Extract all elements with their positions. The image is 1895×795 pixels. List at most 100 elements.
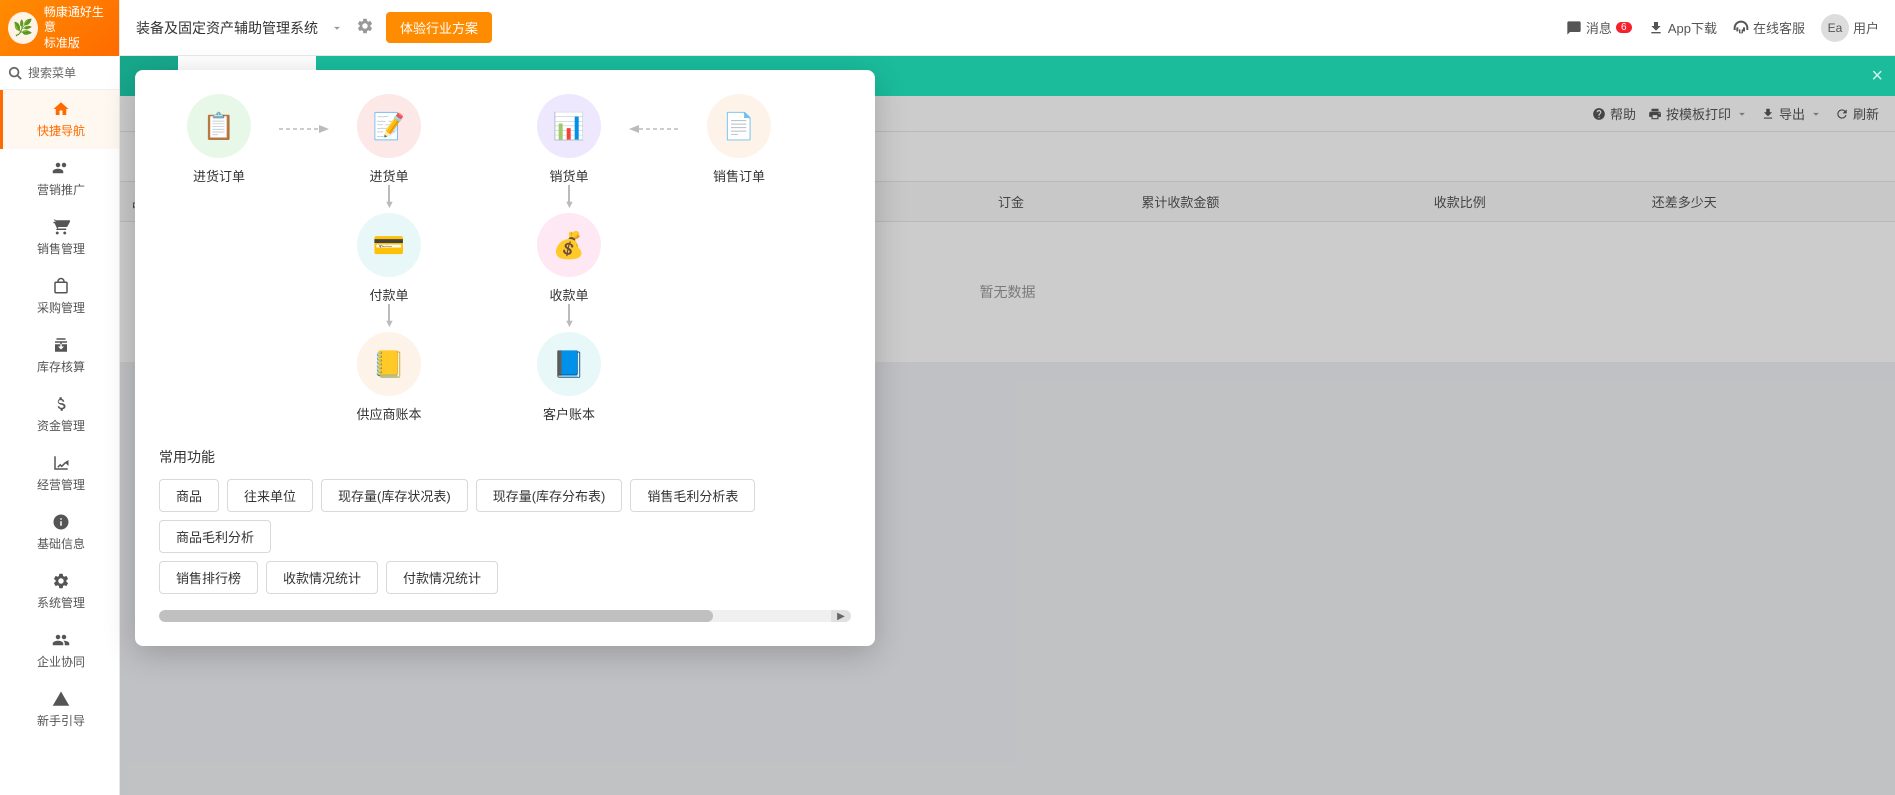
sidebar-item-sales[interactable]: 销售管理: [0, 208, 119, 267]
func-btn-receipt-stat[interactable]: 收款情况统计: [266, 561, 378, 594]
sidebar-item-label: 系统管理: [37, 594, 85, 611]
search-label: 搜索菜单: [28, 64, 76, 81]
sidebar-item-label: 新手引导: [37, 712, 85, 729]
purchase-order-label: 进货订单: [193, 166, 245, 185]
header-right: 消息 6 App下载 在线客服 Ea 用户: [1566, 14, 1879, 42]
user-menu[interactable]: Ea 用户: [1821, 14, 1879, 42]
sales-bill-icon: 📊: [537, 94, 601, 158]
flow-node-supplier[interactable]: 📒 供应商账本: [329, 332, 449, 423]
sidebar-item-basic[interactable]: 基础信息: [0, 503, 119, 562]
avatar-text: Ea: [1828, 21, 1843, 35]
headset-icon: [1733, 20, 1749, 36]
arrow-right-dashed: [279, 119, 329, 139]
online-service-label: 在线客服: [1753, 18, 1805, 37]
bag-icon: [52, 277, 70, 295]
func-btn-stock-dist[interactable]: 现存量(库存分布表): [476, 479, 623, 512]
supplier-label: 供应商账本: [356, 404, 421, 423]
func-btn-stock-status[interactable]: 现存量(库存状况表): [321, 479, 468, 512]
sidebar-search[interactable]: 搜索菜单: [0, 56, 119, 90]
func-btn-sales-profit[interactable]: 销售毛利分析表: [630, 479, 755, 512]
settings-icon[interactable]: [356, 17, 374, 38]
sidebar-item-quicknav[interactable]: 快捷导航: [0, 90, 119, 149]
func-btn-partners[interactable]: 往来单位: [227, 479, 313, 512]
message-badge: 6: [1616, 22, 1632, 33]
message-icon: [1566, 20, 1582, 36]
sidebar-item-label: 资金管理: [37, 417, 85, 434]
sidebar-item-label: 企业协同: [37, 653, 85, 670]
tabbar-close-btn[interactable]: ×: [1859, 56, 1895, 96]
logo-icon: 🌿: [8, 12, 38, 44]
app-download-btn[interactable]: App下载: [1648, 18, 1717, 37]
sidebar-item-inventory[interactable]: 库存核算: [0, 326, 119, 385]
purchase-bill-icon: 📝: [357, 94, 421, 158]
receipt-label: 收款单: [549, 285, 588, 304]
guide-icon: [52, 690, 70, 708]
func-btn-payment-stat[interactable]: 付款情况统计: [386, 561, 498, 594]
flow-node-customer[interactable]: 📘 客户账本: [509, 332, 629, 423]
message-label: 消息: [1586, 18, 1612, 37]
sidebar: 🌿 畅康通好生意 标准版 搜索菜单 快捷导航 营销推广 销售管理 采购管理 库存…: [0, 0, 120, 795]
sidebar-item-finance[interactable]: 资金管理: [0, 385, 119, 444]
common-funcs-title: 常用功能: [159, 447, 851, 467]
warehouse-icon: [52, 336, 70, 354]
func-btn-sales-rank[interactable]: 销售排行榜: [159, 561, 258, 594]
sidebar-item-system[interactable]: 系统管理: [0, 562, 119, 621]
header: 装备及固定资产辅助管理系统 体验行业方案 消息 6 App下载 在线客服 Ea …: [120, 0, 1895, 56]
func-buttons-row2: 销售排行榜 收款情况统计 付款情况统计: [159, 561, 851, 594]
popup-scrollbar[interactable]: ▶: [159, 610, 851, 622]
purchase-bill-label: 进货单: [369, 166, 408, 185]
flow-node-sales-bill[interactable]: 📊 销货单: [509, 94, 629, 185]
func-btn-goods[interactable]: 商品: [159, 479, 219, 512]
flow-node-purchase-bill[interactable]: 📝 进货单: [329, 94, 449, 185]
quick-nav-popup: 📋 进货订单 📝 进货单 📊 销货单: [135, 70, 875, 646]
home-icon: [52, 100, 70, 118]
logo-text: 畅康通好生意 标准版: [44, 5, 111, 52]
sidebar-item-label: 营销推广: [37, 181, 85, 198]
system-title: 装备及固定资产辅助管理系统: [136, 18, 318, 38]
avatar: Ea: [1821, 14, 1849, 42]
sidebar-item-guide[interactable]: 新手引导: [0, 680, 119, 739]
cart-icon: [52, 218, 70, 236]
search-icon: [8, 66, 22, 80]
purchase-order-icon: 📋: [187, 94, 251, 158]
flow-node-payment[interactable]: 💳 付款单: [329, 213, 449, 304]
sidebar-item-purchase[interactable]: 采购管理: [0, 267, 119, 326]
gear-icon: [52, 572, 70, 590]
payment-label: 付款单: [369, 285, 408, 304]
sidebar-item-marketing[interactable]: 营销推广: [0, 149, 119, 208]
func-buttons-row1: 商品 往来单位 现存量(库存状况表) 现存量(库存分布表) 销售毛利分析表 商品…: [159, 479, 851, 553]
sidebar-item-collab[interactable]: 企业协同: [0, 621, 119, 680]
flow-node-receipt[interactable]: 💰 收款单: [509, 213, 629, 304]
sales-order-icon: 📄: [707, 94, 771, 158]
sidebar-item-label: 基础信息: [37, 535, 85, 552]
flow-node-purchase-order[interactable]: 📋 进货订单: [159, 94, 279, 185]
sidebar-item-label: 经营管理: [37, 476, 85, 493]
sidebar-item-label: 销售管理: [37, 240, 85, 257]
chevron-down-icon: [330, 21, 344, 35]
customer-icon: 📘: [537, 332, 601, 396]
scrollbar-thumb: [159, 610, 713, 622]
money-icon: [52, 395, 70, 413]
scrollbar-arrow-right[interactable]: ▶: [831, 610, 851, 622]
common-funcs: 常用功能 商品 往来单位 现存量(库存状况表) 现存量(库存分布表) 销售毛利分…: [159, 447, 851, 594]
download-icon: [1648, 20, 1664, 36]
supplier-icon: 📒: [357, 332, 421, 396]
sidebar-item-operations[interactable]: 经营管理: [0, 444, 119, 503]
sidebar-logo: 🌿 畅康通好生意 标准版: [0, 0, 119, 56]
user-label: 用户: [1853, 18, 1879, 37]
payment-icon: 💳: [357, 213, 421, 277]
sidebar-item-label: 采购管理: [37, 299, 85, 316]
message-btn[interactable]: 消息 6: [1566, 18, 1632, 37]
system-dropdown[interactable]: [330, 21, 344, 35]
info-icon: [52, 513, 70, 531]
sales-bill-label: 销货单: [549, 166, 588, 185]
people-icon: [52, 631, 70, 649]
flow-node-sales-order[interactable]: 📄 销售订单: [679, 94, 799, 185]
experience-btn[interactable]: 体验行业方案: [386, 12, 492, 43]
megaphone-icon: [52, 159, 70, 177]
sidebar-item-label: 快捷导航: [37, 122, 85, 139]
receipt-icon: 💰: [537, 213, 601, 277]
arrow-left-dashed: [629, 119, 679, 139]
online-service-btn[interactable]: 在线客服: [1733, 18, 1805, 37]
func-btn-goods-profit[interactable]: 商品毛利分析: [159, 520, 271, 553]
